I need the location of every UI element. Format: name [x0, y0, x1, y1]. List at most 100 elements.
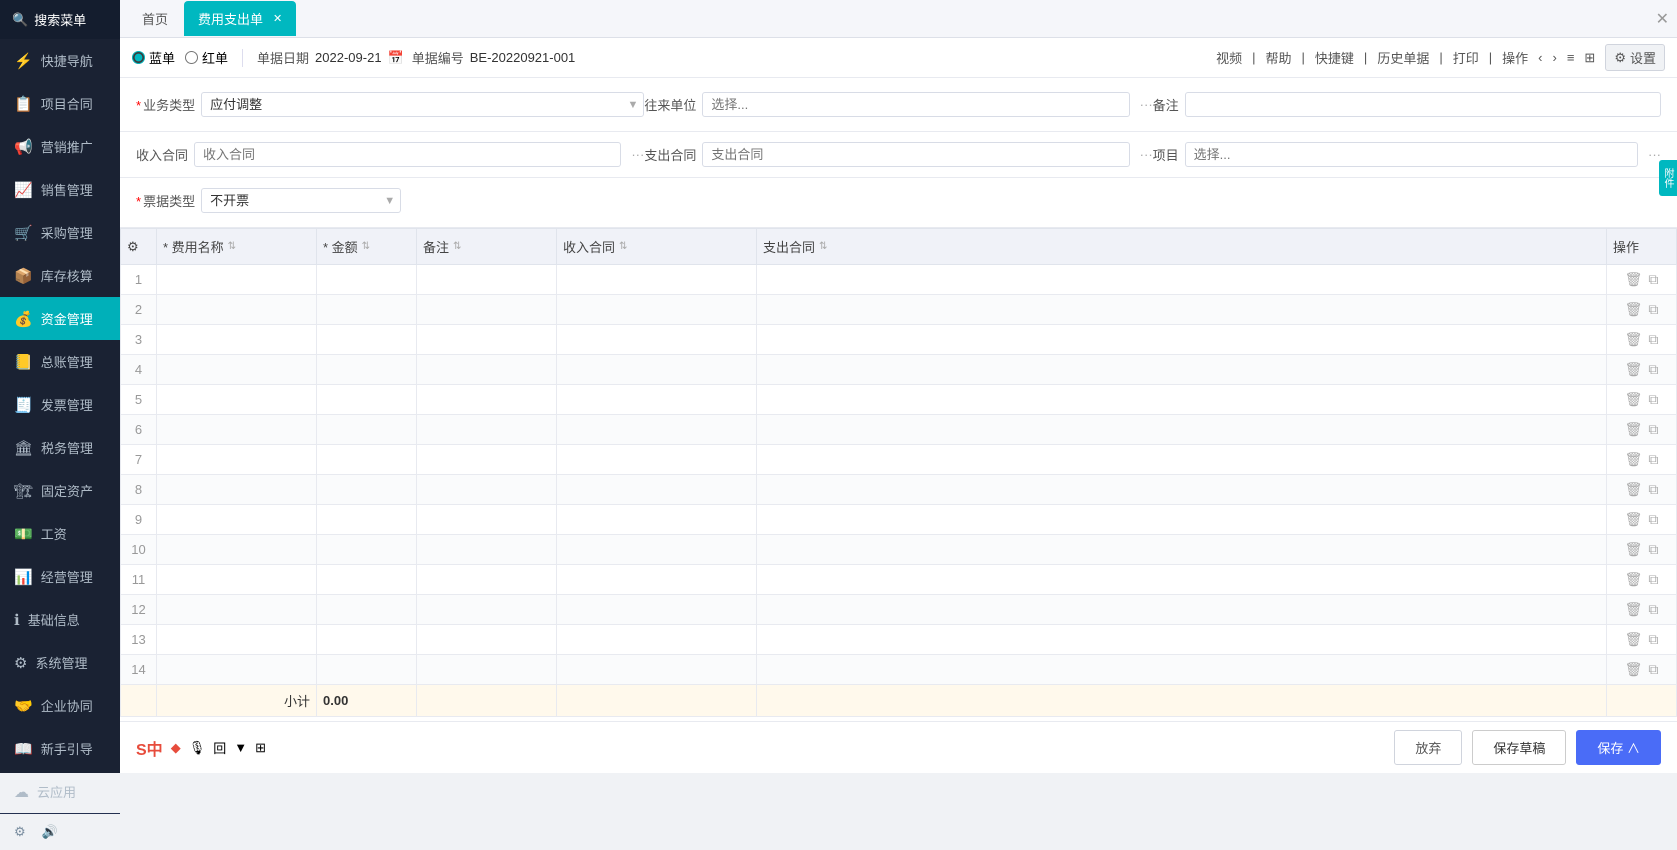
amount-cell-3[interactable] [317, 325, 417, 355]
amount-cell-6[interactable] [317, 415, 417, 445]
grid-icon[interactable]: ⊞ [255, 740, 266, 756]
expense-contract-cell-6[interactable] [757, 415, 1607, 445]
tab-close-btn[interactable]: ✕ [273, 12, 282, 25]
sort-remark-icon[interactable]: ⇅ [453, 241, 461, 252]
th-setting[interactable]: ⚙ [121, 229, 157, 265]
nav-left-btn[interactable]: ‹ [1538, 50, 1542, 65]
remark-cell-7[interactable] [417, 445, 557, 475]
sort-income-icon[interactable]: ⇅ [619, 241, 627, 252]
delete-row-9-icon[interactable]: 🗑 [1625, 511, 1643, 528]
expense-contract-cell-11[interactable] [757, 565, 1607, 595]
calendar-icon[interactable]: 📅 [388, 50, 404, 66]
amount-cell-10[interactable] [317, 535, 417, 565]
expense-contract-cell-12[interactable] [757, 595, 1607, 625]
expense-name-cell-14[interactable] [157, 655, 317, 685]
s-icon[interactable]: S中 [136, 736, 163, 760]
income-contract-cell-13[interactable] [557, 625, 757, 655]
amount-cell-4[interactable] [317, 355, 417, 385]
amount-cell-5[interactable] [317, 385, 417, 415]
remark-cell-6[interactable] [417, 415, 557, 445]
remark-cell-14[interactable] [417, 655, 557, 685]
amount-cell-1[interactable] [317, 265, 417, 295]
expense-contract-input[interactable] [702, 142, 1129, 167]
amount-cell-11[interactable] [317, 565, 417, 595]
amount-cell-12[interactable] [317, 595, 417, 625]
sidebar-item-system-mgmt[interactable]: ⚙系统管理 [0, 641, 120, 684]
remark-cell-9[interactable] [417, 505, 557, 535]
income-contract-cell-9[interactable] [557, 505, 757, 535]
save-draft-button[interactable]: 保存草稿 [1472, 730, 1566, 765]
remark-cell-13[interactable] [417, 625, 557, 655]
delete-row-4-icon[interactable]: 🗑 [1625, 361, 1643, 378]
counterpart-input[interactable] [702, 92, 1129, 117]
income-contract-cell-11[interactable] [557, 565, 757, 595]
income-contract-cell-12[interactable] [557, 595, 757, 625]
expense-contract-cell-13[interactable] [757, 625, 1607, 655]
sidebar-item-cloud-apps[interactable]: ☁云应用 [0, 770, 120, 813]
copy-row-6-icon[interactable]: ⧉ [1648, 421, 1658, 438]
delete-row-11-icon[interactable]: 🗑 [1625, 571, 1643, 588]
income-contract-cell-2[interactable] [557, 295, 757, 325]
copy-row-5-icon[interactable]: ⧉ [1648, 391, 1658, 408]
delete-row-5-icon[interactable]: 🗑 [1625, 391, 1643, 408]
expense-name-cell-11[interactable] [157, 565, 317, 595]
delete-row-14-icon[interactable]: 🗑 [1625, 661, 1643, 678]
amount-cell-14[interactable] [317, 655, 417, 685]
remark-cell-4[interactable] [417, 355, 557, 385]
delete-row-2-icon[interactable]: 🗑 [1625, 301, 1643, 318]
income-contract-cell-14[interactable] [557, 655, 757, 685]
expense-contract-cell-1[interactable] [757, 265, 1607, 295]
discard-button[interactable]: 放弃 [1394, 730, 1462, 765]
delete-row-7-icon[interactable]: 🗑 [1625, 451, 1643, 468]
expense-contract-cell-9[interactable] [757, 505, 1607, 535]
remark-cell-12[interactable] [417, 595, 557, 625]
delete-row-12-icon[interactable]: 🗑 [1625, 601, 1643, 618]
sidebar-item-beginner-guide[interactable]: 📖新手引导 [0, 727, 120, 770]
expense-name-cell-2[interactable] [157, 295, 317, 325]
amount-cell-8[interactable] [317, 475, 417, 505]
sidebar-item-inventory[interactable]: 📦库存核算 [0, 254, 120, 297]
income-contract-input[interactable] [194, 142, 621, 167]
income-contract-cell-5[interactable] [557, 385, 757, 415]
settings-btn[interactable]: ⚙ 设置 [1605, 44, 1665, 71]
blue-radio[interactable] [132, 51, 145, 64]
sidebar-item-salary[interactable]: 💵工资 [0, 512, 120, 555]
audio-icon[interactable]: 🔊 [42, 824, 58, 840]
shortcut-btn[interactable]: 快捷键 [1315, 48, 1354, 67]
expense-name-cell-9[interactable] [157, 505, 317, 535]
expense-name-cell-5[interactable] [157, 385, 317, 415]
copy-row-9-icon[interactable]: ⧉ [1648, 511, 1658, 528]
income-contract-cell-6[interactable] [557, 415, 757, 445]
amount-cell-13[interactable] [317, 625, 417, 655]
save-button[interactable]: 保存 ∧ [1576, 730, 1661, 765]
nav-right-btn[interactable]: › [1552, 50, 1556, 65]
expense-contract-cell-4[interactable] [757, 355, 1607, 385]
counterpart-more-btn[interactable]: ··· [1140, 97, 1153, 112]
sidebar-item-basic-info[interactable]: ℹ基础信息 [0, 598, 120, 641]
income-contract-cell-7[interactable] [557, 445, 757, 475]
project-input[interactable] [1185, 142, 1638, 167]
sidebar-item-accounting[interactable]: 📒总账管理 [0, 340, 120, 383]
delete-row-13-icon[interactable]: 🗑 [1625, 631, 1643, 648]
red-radio-label[interactable]: 红单 [185, 48, 228, 67]
expense-contract-cell-2[interactable] [757, 295, 1607, 325]
tab-expense-voucher[interactable]: 费用支出单 ✕ [184, 1, 296, 36]
sort-expense-name-icon[interactable]: ⇅ [228, 241, 236, 252]
expense-contract-cell-8[interactable] [757, 475, 1607, 505]
copy-row-7-icon[interactable]: ⧉ [1648, 451, 1658, 468]
expense-name-cell-13[interactable] [157, 625, 317, 655]
copy-row-11-icon[interactable]: ⧉ [1648, 571, 1658, 588]
remark-cell-1[interactable] [417, 265, 557, 295]
th-remark[interactable]: 备注 ⇅ [417, 229, 557, 265]
amount-cell-7[interactable] [317, 445, 417, 475]
operation-btn[interactable]: 操作 [1502, 48, 1528, 67]
income-contract-cell-8[interactable] [557, 475, 757, 505]
expense-name-cell-10[interactable] [157, 535, 317, 565]
income-contract-cell-1[interactable] [557, 265, 757, 295]
delete-row-10-icon[interactable]: 🗑 [1625, 541, 1643, 558]
th-expense-name[interactable]: * 费用名称 ⇅ [157, 229, 317, 265]
settings-icon[interactable]: ⚙ [14, 824, 26, 840]
expense-contract-cell-3[interactable] [757, 325, 1607, 355]
return-icon[interactable]: 回 [213, 738, 226, 757]
expense-contract-cell-10[interactable] [757, 535, 1607, 565]
